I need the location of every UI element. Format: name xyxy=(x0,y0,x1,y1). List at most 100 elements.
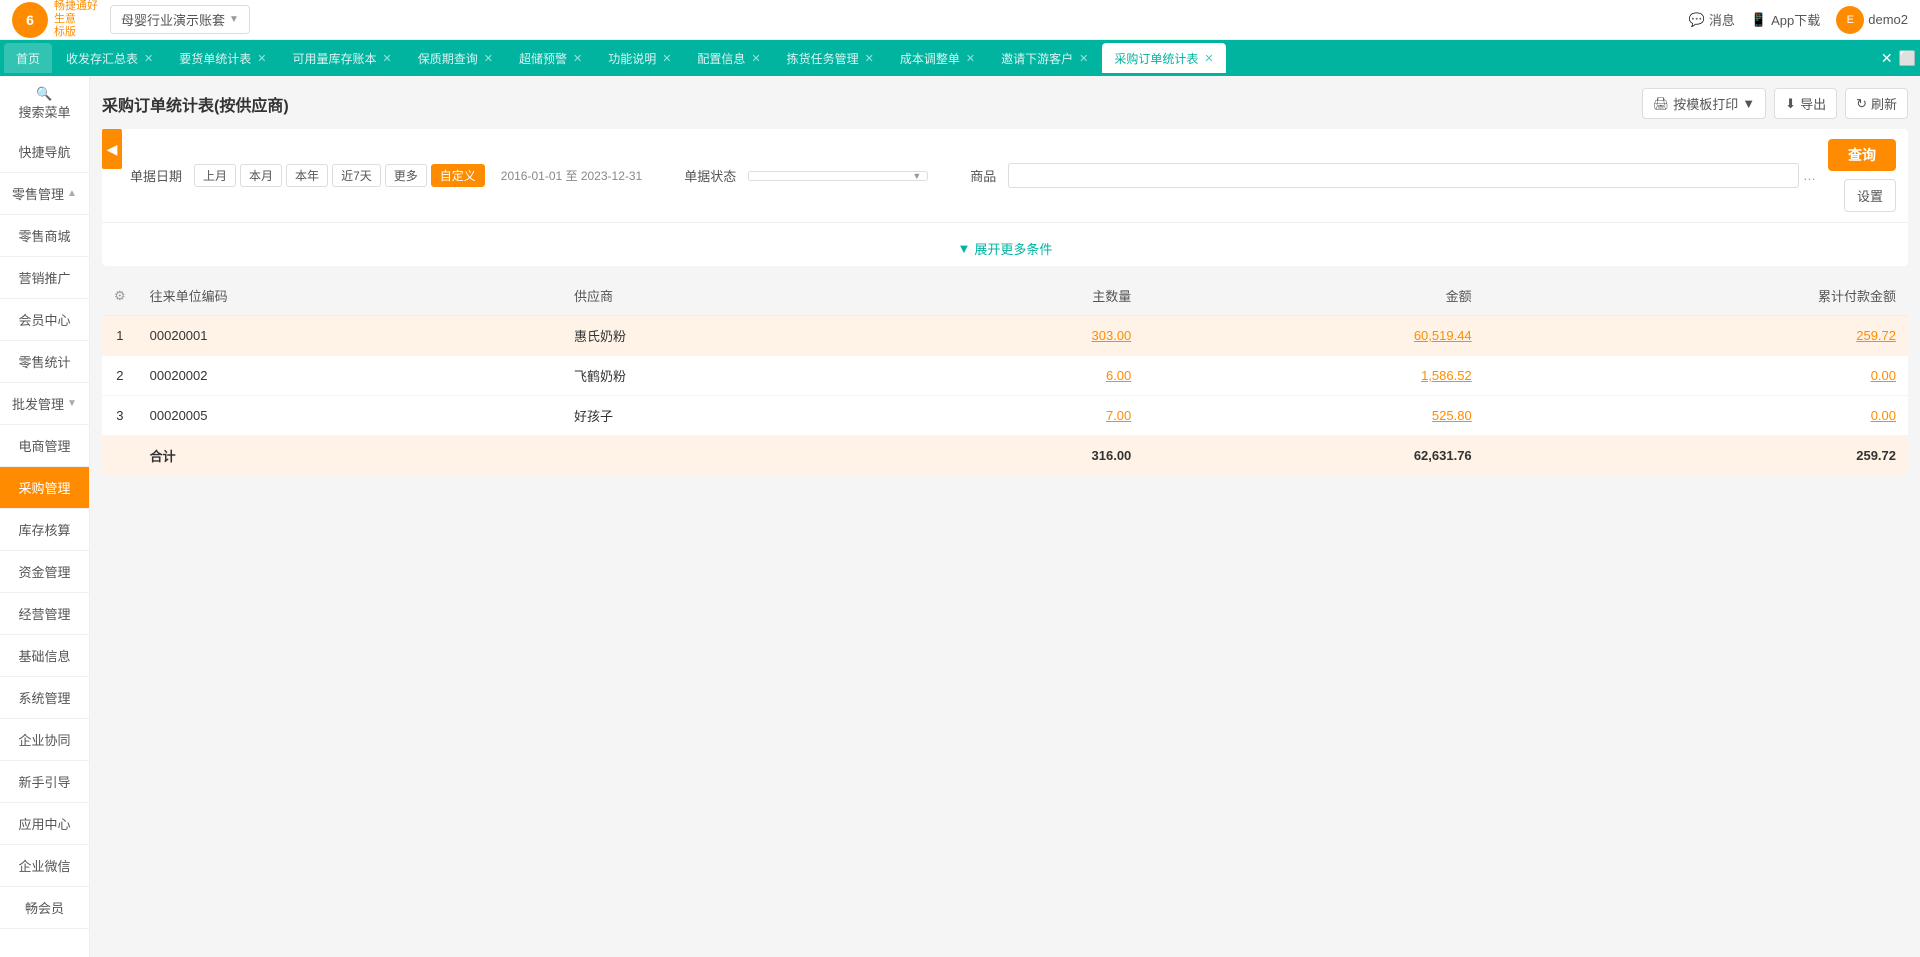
close-icon[interactable]: ✕ xyxy=(865,52,874,65)
sidebar-item-label: 会员中心 xyxy=(18,310,70,329)
close-icon[interactable]: ✕ xyxy=(257,52,266,65)
close-icon[interactable]: ✕ xyxy=(751,52,760,65)
tab-caigou-active[interactable]: 采购订单统计表 ✕ xyxy=(1102,43,1225,73)
date-btn-custom[interactable]: 自定义 xyxy=(431,164,485,187)
table-row: 2 00020002 飞鹤奶粉 6.00 1,586.52 0.00 xyxy=(102,356,1908,396)
sidebar: 🔍 搜索菜单 快捷导航 零售管理 ▲ 零售商城 营销推广 会员中心 零售统计 批… xyxy=(0,76,90,957)
sidebar-item-label: 零售管理 xyxy=(12,184,64,203)
tab-peizhi[interactable]: 配置信息 ✕ xyxy=(685,43,772,73)
row-quantity[interactable]: 303.00 xyxy=(878,316,1143,356)
tabs-close-all[interactable]: ✕ xyxy=(1881,50,1893,67)
tab-gongneng[interactable]: 功能说明 ✕ xyxy=(596,43,683,73)
close-icon[interactable]: ✕ xyxy=(662,52,671,65)
close-icon[interactable]: ✕ xyxy=(1204,52,1213,65)
row-code: 00020005 xyxy=(138,396,562,436)
row-quantity[interactable]: 7.00 xyxy=(878,396,1143,436)
content-area: 采购订单统计表(按供应商) 🖨 按模板打印 ▼ ⬇ 导出 ↻ 刷新 xyxy=(90,76,1920,957)
sidebar-item-marketing[interactable]: 营销推广 xyxy=(0,257,89,299)
close-icon[interactable]: ✕ xyxy=(1079,52,1088,65)
workspace-selector[interactable]: 母婴行业演示账套 ▼ xyxy=(110,5,250,34)
sidebar-item-operations[interactable]: 经营管理 xyxy=(0,593,89,635)
tab-chaochuo[interactable]: 超储预警 ✕ xyxy=(507,43,594,73)
tab-label: 功能说明 xyxy=(608,50,656,67)
tab-home[interactable]: 首页 xyxy=(4,43,52,73)
page-actions: 🖨 按模板打印 ▼ ⬇ 导出 ↻ 刷新 xyxy=(1642,88,1908,119)
tab-keyong[interactable]: 可用量库存账本 ✕ xyxy=(280,43,403,73)
row-paid[interactable]: 0.00 xyxy=(1484,356,1908,396)
user-name: demo2 xyxy=(1868,12,1908,27)
sidebar-item-basic-info[interactable]: 基础信息 xyxy=(0,635,89,677)
sidebar-item-label: 资金管理 xyxy=(18,562,70,581)
gear-icon[interactable]: ⚙ xyxy=(114,288,126,303)
sidebar-search[interactable]: 🔍 搜索菜单 xyxy=(0,76,89,131)
close-icon[interactable]: ✕ xyxy=(383,52,392,65)
sidebar-item-member[interactable]: 会员中心 xyxy=(0,299,89,341)
status-select[interactable] xyxy=(748,171,928,181)
sidebar-item-ecommerce[interactable]: 电商管理 xyxy=(0,425,89,467)
tab-yaohuo[interactable]: 要货单统计表 ✕ xyxy=(167,43,278,73)
sidebar-item-purchase[interactable]: 采购管理 xyxy=(0,467,89,509)
sidebar-item-member2[interactable]: 畅会员 xyxy=(0,887,89,929)
tab-yaoqing[interactable]: 邀请下游客户 ✕ xyxy=(989,43,1100,73)
tabs-maximize[interactable]: ⬜ xyxy=(1899,50,1916,67)
row-paid[interactable]: 0.00 xyxy=(1484,396,1908,436)
tab-baozhi[interactable]: 保质期查询 ✕ xyxy=(406,43,505,73)
print-button[interactable]: 🖨 按模板打印 ▼ xyxy=(1642,88,1766,119)
tab-home-label: 首页 xyxy=(16,50,40,67)
date-btn-more[interactable]: 更多 xyxy=(385,164,427,187)
goods-input[interactable] xyxy=(1008,163,1799,188)
sidebar-item-system[interactable]: 系统管理 xyxy=(0,677,89,719)
row-paid[interactable]: 259.72 xyxy=(1484,316,1908,356)
row-amount[interactable]: 525.80 xyxy=(1143,396,1483,436)
goods-more-icon[interactable]: … xyxy=(1803,168,1816,183)
export-button[interactable]: ⬇ 导出 xyxy=(1774,88,1837,119)
col-quantity: 主数量 xyxy=(878,276,1143,316)
sidebar-item-quick-nav[interactable]: 快捷导航 xyxy=(0,131,89,173)
date-btn-last-month[interactable]: 上月 xyxy=(194,164,236,187)
expand-icon: ▲ xyxy=(67,188,77,199)
sidebar-item-label: 应用中心 xyxy=(18,814,70,833)
tab-label: 采购订单统计表 xyxy=(1114,50,1198,67)
close-icon[interactable]: ✕ xyxy=(144,52,153,65)
date-btn-this-month[interactable]: 本月 xyxy=(240,164,282,187)
message-btn[interactable]: 💬 消息 xyxy=(1689,10,1735,29)
collapse-button[interactable]: ◀ xyxy=(102,129,122,169)
sidebar-item-inventory[interactable]: 库存核算 xyxy=(0,509,89,551)
row-quantity[interactable]: 6.00 xyxy=(878,356,1143,396)
close-icon[interactable]: ✕ xyxy=(573,52,582,65)
expand-more-button[interactable]: ▼ 展开更多条件 xyxy=(958,239,1053,258)
sidebar-item-label: 采购管理 xyxy=(18,478,70,497)
query-button[interactable]: 查询 xyxy=(1828,139,1896,171)
tab-label: 要货单统计表 xyxy=(179,50,251,67)
row-amount[interactable]: 60,519.44 xyxy=(1143,316,1483,356)
tab-chengben[interactable]: 成本调整单 ✕ xyxy=(888,43,987,73)
sidebar-item-retail-shop[interactable]: 零售商城 xyxy=(0,215,89,257)
sidebar-item-wholesale[interactable]: 批发管理 ▼ xyxy=(0,383,89,425)
sidebar-item-retail-mgmt[interactable]: 零售管理 ▲ xyxy=(0,173,89,215)
setting-button[interactable]: 设置 xyxy=(1844,179,1896,212)
app-download-label: App下载 xyxy=(1771,10,1820,29)
sidebar-item-wechat[interactable]: 企业微信 xyxy=(0,845,89,887)
tab-shoudcun[interactable]: 收发存汇总表 ✕ xyxy=(54,43,165,73)
col-supplier: 供应商 xyxy=(562,276,878,316)
sidebar-item-label: 企业微信 xyxy=(18,856,70,875)
footer-quantity: 316.00 xyxy=(878,436,1143,476)
app-download-btn[interactable]: 📱 App下载 xyxy=(1751,10,1820,29)
tab-jianhuo[interactable]: 拣货任务管理 ✕ xyxy=(775,43,886,73)
user-profile[interactable]: E demo2 xyxy=(1836,6,1908,34)
date-btn-this-year[interactable]: 本年 xyxy=(286,164,328,187)
date-btn-7days[interactable]: 近7天 xyxy=(332,164,381,187)
sidebar-item-app-center[interactable]: 应用中心 xyxy=(0,803,89,845)
print-label: 按模板打印 xyxy=(1673,94,1738,113)
expand-icon: ▼ xyxy=(67,398,77,409)
close-icon[interactable]: ✕ xyxy=(484,52,493,65)
row-amount[interactable]: 1,586.52 xyxy=(1143,356,1483,396)
sidebar-item-retail-stats[interactable]: 零售统计 xyxy=(0,341,89,383)
refresh-button[interactable]: ↻ 刷新 xyxy=(1845,88,1908,119)
sidebar-item-new-guide[interactable]: 新手引导 xyxy=(0,761,89,803)
close-icon[interactable]: ✕ xyxy=(966,52,975,65)
sidebar-item-enterprise[interactable]: 企业协同 xyxy=(0,719,89,761)
sidebar-item-finance[interactable]: 资金管理 xyxy=(0,551,89,593)
print-arrow: ▼ xyxy=(1742,96,1755,111)
tab-label: 保质期查询 xyxy=(418,50,478,67)
